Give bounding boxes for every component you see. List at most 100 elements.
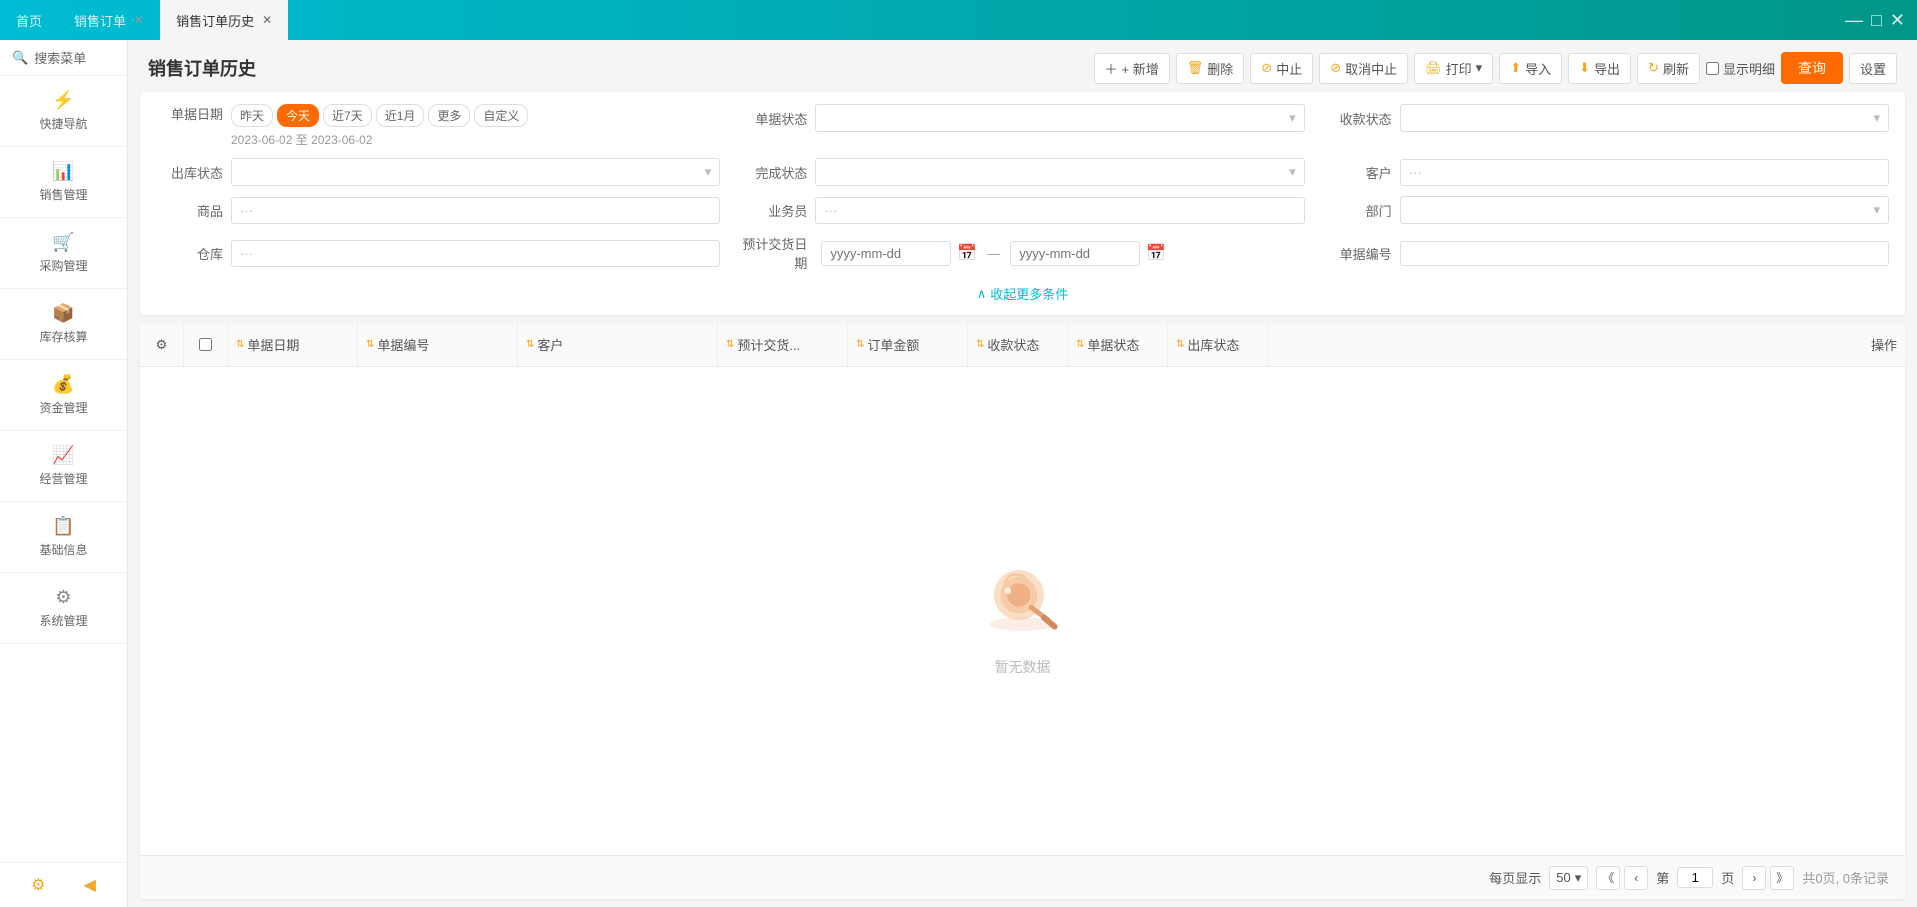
th-doc-num[interactable]: ⇅ 单据编号	[358, 323, 518, 366]
date-label: 单据日期	[156, 104, 231, 123]
main-layout: 🔍 搜索菜单 ⚡ 快捷导航 📊 销售管理 🛒 采购管理 📦 库存核算 💰 资金管…	[0, 40, 1917, 907]
complete-status-select[interactable]: ▾	[815, 158, 1304, 186]
content-area: 销售订单历史 ＋ + 新增 🗑 删除 ⊘ 中止 ⊘ 取消中止	[128, 40, 1917, 907]
stop-button[interactable]: ⊘ 中止	[1250, 53, 1313, 84]
quick-nav-icon: ⚡	[52, 90, 74, 111]
collapse-sidebar-icon[interactable]: ◀	[84, 875, 96, 895]
search-menu[interactable]: 🔍 搜索菜单	[0, 40, 127, 76]
complete-status-label: 完成状态	[740, 163, 815, 182]
custom-btn[interactable]: 自定义	[474, 104, 528, 127]
tab-sales-order[interactable]: 销售订单 ✕	[58, 0, 160, 40]
sidebar-item-basic-info[interactable]: 📋 基础信息	[0, 502, 127, 573]
page-size-select[interactable]: 50 ▾	[1549, 866, 1588, 890]
minimize-icon[interactable]: —	[1845, 10, 1863, 31]
new-button[interactable]: ＋ + 新增	[1094, 53, 1170, 84]
close-tab-sales-order[interactable]: ✕	[134, 13, 144, 27]
last7days-btn[interactable]: 近7天	[323, 104, 372, 127]
last-page-button[interactable]: 》	[1770, 866, 1794, 890]
first-page-button[interactable]: 《	[1596, 866, 1620, 890]
th-checkbox[interactable]	[184, 323, 228, 366]
today-btn[interactable]: 今天	[277, 104, 319, 127]
salesperson-field[interactable]: ···	[815, 197, 1304, 224]
sidebar-item-sales-mgmt[interactable]: 📊 销售管理	[0, 147, 127, 218]
product-field[interactable]: ···	[231, 197, 720, 224]
basic-info-icon: 📋	[52, 516, 74, 537]
tab-sales-order-history[interactable]: 销售订单历史 ✕	[160, 0, 288, 40]
refresh-button[interactable]: ↻ 刷新	[1637, 53, 1700, 84]
query-button[interactable]: 查询	[1781, 52, 1843, 84]
export-icon: ⬇	[1579, 60, 1590, 76]
warehouse-field[interactable]: ···	[231, 240, 720, 267]
select-all-checkbox[interactable]	[199, 338, 212, 351]
th-doc-status[interactable]: ⇅ 单据状态	[1068, 323, 1168, 366]
display-detail-checkbox-label[interactable]: 显示明细	[1706, 59, 1775, 78]
tab-bar: 首页 销售订单 ✕ 销售订单历史 ✕	[0, 0, 1833, 40]
import-button[interactable]: ⬆ 导入	[1499, 53, 1562, 84]
th-operations: 操作	[1268, 323, 1905, 366]
more-btn[interactable]: 更多	[428, 104, 470, 127]
warehouse-status-chevron-icon: ▾	[705, 164, 712, 180]
page-number-input[interactable]	[1677, 867, 1713, 888]
sidebar-item-operations[interactable]: 📈 经营管理	[0, 431, 127, 502]
print-icon: 🖨	[1425, 60, 1442, 76]
empty-text: 暂无数据	[995, 657, 1051, 677]
settings-bottom-icon[interactable]: ⚙	[31, 875, 45, 895]
warehouse-status-select[interactable]: ▾	[231, 158, 720, 186]
new-icon: ＋	[1105, 59, 1118, 78]
doc-num-label: 单据编号	[1325, 244, 1400, 263]
th-amount[interactable]: ⇅ 订单金额	[848, 323, 968, 366]
doc-num-input[interactable]	[1400, 241, 1889, 266]
doc-status-chevron-icon: ▾	[1289, 110, 1296, 126]
yesterday-btn[interactable]: 昨天	[231, 104, 273, 127]
date-control: 昨天 今天 近7天 近1月 更多 自定义 2023-06-02 至 2023-0…	[231, 104, 528, 148]
prev-page-button[interactable]: ‹	[1624, 866, 1648, 890]
display-detail-checkbox[interactable]	[1706, 62, 1719, 75]
customer-field[interactable]: ···	[1400, 159, 1889, 186]
delete-button[interactable]: 🗑 删除	[1176, 53, 1245, 84]
export-button[interactable]: ⬇ 导出	[1568, 53, 1631, 84]
next-page-button[interactable]: ›	[1742, 866, 1766, 890]
sidebar-item-inventory[interactable]: 📦 库存核算	[0, 289, 127, 360]
settings-button[interactable]: 设置	[1849, 53, 1897, 84]
sidebar-item-purchase-mgmt[interactable]: 🛒 采购管理	[0, 218, 127, 289]
doc-status-label: 单据状态	[740, 109, 815, 128]
gear-icon: ⚙	[156, 337, 168, 353]
search-menu-label: 搜索菜单	[34, 48, 86, 67]
system-icon: ⚙	[55, 587, 71, 608]
collapse-link[interactable]: ∧ 收起更多条件	[977, 280, 1069, 303]
expected-date-label: 预计交货日期	[740, 234, 815, 272]
department-select[interactable]: ▾	[1400, 196, 1889, 224]
expected-date-start[interactable]	[821, 241, 951, 266]
sidebar-bottom: ⚙ ◀	[0, 862, 127, 907]
th-receipt-status[interactable]: ⇅ 收款状态	[968, 323, 1068, 366]
th-date[interactable]: ⇅ 单据日期	[228, 323, 358, 366]
maximize-icon[interactable]: □	[1871, 10, 1882, 31]
page-title: 销售订单历史	[148, 55, 256, 81]
stop-icon: ⊘	[1261, 60, 1272, 76]
th-customer[interactable]: ⇅ 客户	[518, 323, 718, 366]
tab-home[interactable]: 首页	[0, 0, 58, 40]
warehouse-label: 仓库	[156, 244, 231, 263]
sidebar-item-quick-nav[interactable]: ⚡ 快捷导航	[0, 76, 127, 147]
sort-icon-docstatus: ⇅	[1076, 339, 1084, 350]
collapse-up-icon: ∧	[977, 286, 987, 302]
receipt-status-select[interactable]: ▾	[1400, 104, 1889, 132]
close-window-icon[interactable]: ✕	[1890, 10, 1905, 31]
doc-status-select[interactable]: ▾	[815, 104, 1304, 132]
print-button[interactable]: 🖨 打印 ▾	[1414, 53, 1493, 84]
receipt-status-chevron-icon: ▾	[1873, 110, 1880, 126]
salesperson-label: 业务员	[740, 201, 815, 220]
sidebar-item-finance[interactable]: 💰 资金管理	[0, 360, 127, 431]
toolbar: ＋ + 新增 🗑 删除 ⊘ 中止 ⊘ 取消中止 🖨 打印	[1094, 52, 1897, 84]
calendar-end-icon: 📅	[1146, 243, 1166, 263]
th-delivery[interactable]: ⇅ 预计交货...	[718, 323, 848, 366]
expected-date-end[interactable]	[1010, 241, 1140, 266]
cancel-stop-button[interactable]: ⊘ 取消中止	[1319, 53, 1408, 84]
th-wh-status[interactable]: ⇅ 出库状态	[1168, 323, 1268, 366]
th-settings[interactable]: ⚙	[140, 323, 184, 366]
close-tab-history[interactable]: ✕	[262, 13, 272, 27]
table-container: ⚙ ⇅ 单据日期 ⇅ 单据编号 ⇅ 客户 ⇅	[140, 323, 1905, 899]
last1month-btn[interactable]: 近1月	[376, 104, 425, 127]
refresh-icon: ↻	[1648, 60, 1659, 76]
sidebar-item-system[interactable]: ⚙ 系统管理	[0, 573, 127, 644]
